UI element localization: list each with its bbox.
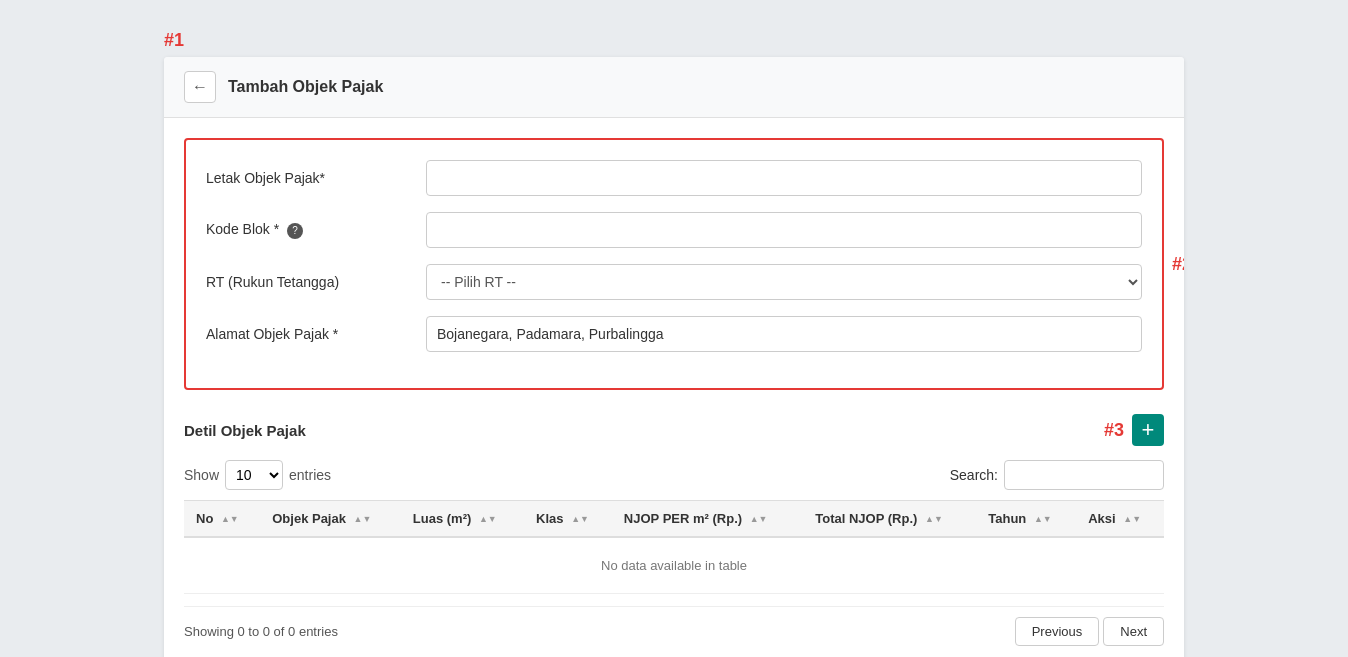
previous-button[interactable]: Previous [1015,617,1100,646]
sort-icon-total-njop[interactable]: ▲▼ [925,516,943,524]
label-rt: RT (Rukun Tetangga) [206,274,426,290]
table-header-row: No ▲▼ Objek Pajak ▲▼ Luas (m²) ▲▼ Klas ▲… [184,501,1164,538]
step-label-2: #2 [1172,254,1184,275]
show-entries: Show 10 25 50 100 entries [184,460,331,490]
col-njop-per-m2: NJOP PER m² (Rp.) ▲▼ [612,501,803,538]
col-aksi: Aksi ▲▼ [1076,501,1164,538]
entries-select[interactable]: 10 25 50 100 [225,460,283,490]
form-row-kode-blok: Kode Blok * ? [206,212,1142,248]
section-title: Detil Objek Pajak [184,422,306,439]
step-label-1: #1 [164,30,1184,51]
table-head: No ▲▼ Objek Pajak ▲▼ Luas (m²) ▲▼ Klas ▲… [184,501,1164,538]
back-button[interactable]: ← [184,71,216,103]
sort-icon-luas[interactable]: ▲▼ [479,516,497,524]
form-row-alamat: Alamat Objek Pajak * [206,316,1142,352]
form-row-letak: Letak Objek Pajak* [206,160,1142,196]
showing-text: Showing 0 to 0 of 0 entries [184,624,338,639]
no-data-row: No data available in table [184,537,1164,594]
sort-icon-njop-per-m2[interactable]: ▲▼ [750,516,768,524]
col-klas: Klas ▲▼ [524,501,612,538]
col-no: No ▲▼ [184,501,260,538]
entries-label: entries [289,467,331,483]
add-detail-button[interactable]: + [1132,414,1164,446]
step-label-3: #3 [1104,420,1124,441]
page-wrapper: #1 ← Tambah Objek Pajak Letak Objek Paja… [164,30,1184,657]
label-kode-blok: Kode Blok * ? [206,221,426,239]
next-button[interactable]: Next [1103,617,1164,646]
label-letak-objek-pajak: Letak Objek Pajak* [206,170,426,186]
card-body: Letak Objek Pajak* Kode Blok * ? RT (Ruk… [164,118,1184,657]
col-tahun: Tahun ▲▼ [976,501,1076,538]
card-title: Tambah Objek Pajak [228,78,383,96]
search-label: Search: [950,467,998,483]
show-label: Show [184,467,219,483]
detail-section: Detil Objek Pajak #3 + Show 10 25 50 [184,414,1164,646]
table-body: No data available in table [184,537,1164,594]
select-rt[interactable]: -- Pilih RT -- [426,264,1142,300]
col-luas: Luas (m²) ▲▼ [401,501,524,538]
no-data-cell: No data available in table [184,537,1164,594]
sort-icon-aksi[interactable]: ▲▼ [1123,516,1141,524]
input-alamat-objek-pajak[interactable] [426,316,1142,352]
search-input[interactable] [1004,460,1164,490]
section-header: Detil Objek Pajak #3 + [184,414,1164,446]
label-alamat-objek-pajak: Alamat Objek Pajak * [206,326,426,342]
sort-icon-tahun[interactable]: ▲▼ [1034,516,1052,524]
input-letak-objek-pajak[interactable] [426,160,1142,196]
card-header: ← Tambah Objek Pajak [164,57,1184,118]
col-objek-pajak: Objek Pajak ▲▼ [260,501,401,538]
section-header-right: #3 + [1104,414,1164,446]
pagination: Previous Next [1015,617,1164,646]
table-footer: Showing 0 to 0 of 0 entries Previous Nex… [184,606,1164,646]
sort-icon-klas[interactable]: ▲▼ [571,516,589,524]
input-kode-blok[interactable] [426,212,1142,248]
sort-icon-objek[interactable]: ▲▼ [354,516,372,524]
data-table: No ▲▼ Objek Pajak ▲▼ Luas (m²) ▲▼ Klas ▲… [184,500,1164,594]
sort-icon-no[interactable]: ▲▼ [221,516,239,524]
form-section: Letak Objek Pajak* Kode Blok * ? RT (Ruk… [184,138,1164,390]
help-icon[interactable]: ? [287,223,303,239]
search-bar: Search: [950,460,1164,490]
table-controls: Show 10 25 50 100 entries Search: [184,460,1164,490]
col-total-njop: Total NJOP (Rp.) ▲▼ [803,501,976,538]
main-card: ← Tambah Objek Pajak Letak Objek Pajak* … [164,57,1184,657]
form-row-rt: RT (Rukun Tetangga) -- Pilih RT -- [206,264,1142,300]
